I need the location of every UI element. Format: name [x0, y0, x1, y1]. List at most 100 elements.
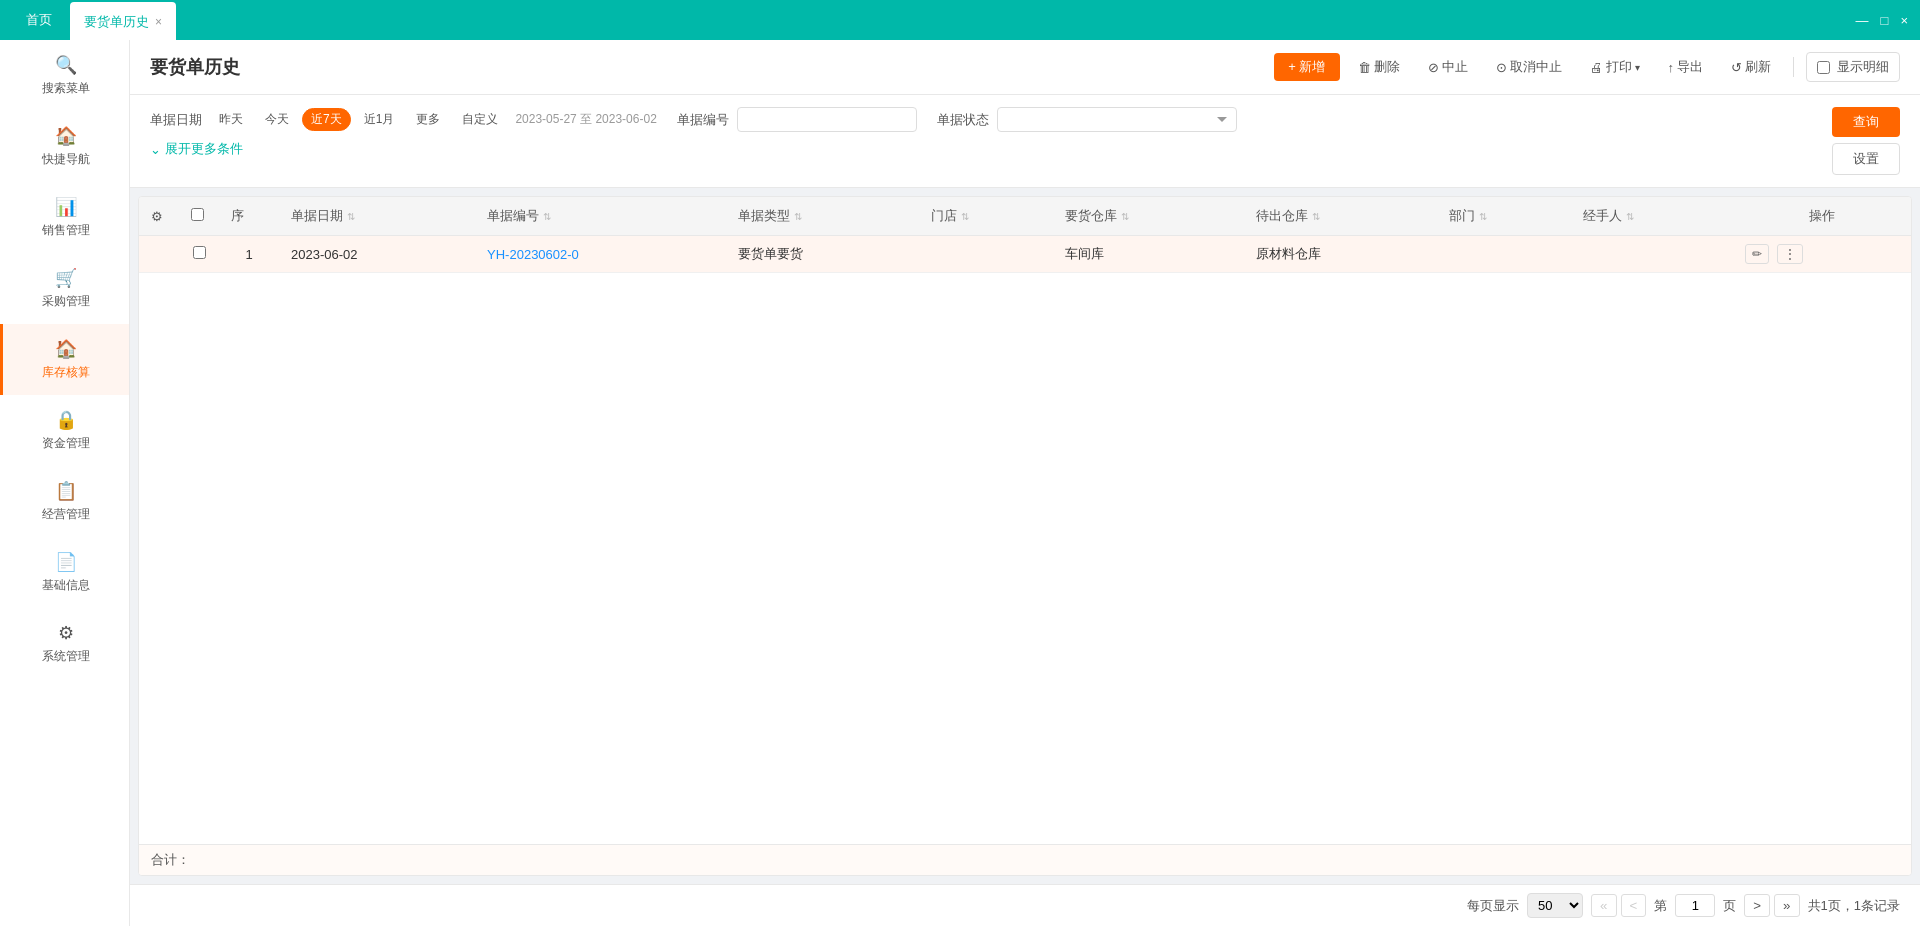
- operations-label: 经营管理: [42, 506, 90, 523]
- date-shortcut-昨天[interactable]: 昨天: [210, 108, 252, 131]
- row-edit-btn[interactable]: ✏: [1745, 244, 1769, 264]
- date-shortcut-更多[interactable]: 更多: [407, 108, 449, 131]
- row-checkbox-cell: [179, 236, 219, 273]
- table-container: ⚙ 序 单据日期 ⇅: [138, 196, 1912, 876]
- status-filter: 单据状态: [937, 107, 1237, 132]
- cancel-stop-button[interactable]: ⊙ 取消中止: [1486, 53, 1572, 81]
- page-number-input[interactable]: [1675, 894, 1715, 917]
- status-select[interactable]: [997, 107, 1237, 132]
- col-pendingwarehouse-header[interactable]: 待出仓库 ⇅: [1244, 197, 1437, 236]
- table-body: 1 2023-06-02 YH-20230602-0 要货单要货 车间库 原材料…: [139, 236, 1911, 273]
- table-header-row: ⚙ 序 单据日期 ⇅: [139, 197, 1911, 236]
- col-settings[interactable]: ⚙: [139, 197, 179, 236]
- col-billtype-header[interactable]: 单据类型 ⇅: [726, 197, 919, 236]
- expand-icon: ⌄: [150, 142, 161, 157]
- display-detail-checkbox[interactable]: [1817, 61, 1830, 74]
- billtype-sort-icon: ⇅: [794, 211, 802, 222]
- operations-icon: 📋: [55, 480, 77, 502]
- refresh-button[interactable]: ↺ 刷新: [1721, 53, 1781, 81]
- top-bar: 首页 要货单历史 × — □ ×: [0, 0, 1920, 40]
- new-button[interactable]: + 新增: [1274, 53, 1339, 81]
- print-icon: 🖨: [1590, 60, 1603, 75]
- col-store-header[interactable]: 门店 ⇅: [919, 197, 1053, 236]
- row-store-cell: [919, 236, 1053, 273]
- window-close[interactable]: ×: [1900, 13, 1908, 28]
- per-page-select[interactable]: 2050100200: [1527, 893, 1583, 918]
- inventory-label: 库存核算: [42, 364, 90, 381]
- window-minimize[interactable]: —: [1856, 13, 1869, 28]
- bottom-bar: 每页显示 2050100200 « < 第 页 > » 共1页，1条记录: [130, 884, 1920, 926]
- sidebar-item-purchase[interactable]: 🛒 采购管理: [0, 253, 129, 324]
- col-number-header: 序: [219, 197, 279, 236]
- col-billno-header[interactable]: 单据编号 ⇅: [475, 197, 726, 236]
- sidebar-item-inventory[interactable]: 🏠 库存核算: [0, 324, 129, 395]
- export-button[interactable]: ↑ 导出: [1658, 53, 1714, 81]
- window-maximize[interactable]: □: [1881, 13, 1889, 28]
- sales-icon: 📊: [55, 196, 77, 218]
- filter-settings-button[interactable]: 设置: [1832, 143, 1900, 175]
- sidebar-item-shortcut[interactable]: 🏠 快捷导航: [0, 111, 129, 182]
- row-date-cell: 2023-06-02: [279, 236, 475, 273]
- date-shortcut-近1月[interactable]: 近1月: [355, 108, 404, 131]
- print-button[interactable]: 🖨 打印 ▾: [1580, 53, 1650, 81]
- row-billno-cell: YH-20230602-0: [475, 236, 726, 273]
- delete-icon: 🗑: [1358, 60, 1371, 75]
- sidebar-item-sales[interactable]: 📊 销售管理: [0, 182, 129, 253]
- last-page-btn[interactable]: »: [1774, 894, 1799, 917]
- display-detail-button[interactable]: 显示明细: [1806, 52, 1900, 82]
- sidebar-item-system[interactable]: ⚙ 系统管理: [0, 608, 129, 679]
- expand-more-btn[interactable]: ⌄ 展开更多条件: [150, 140, 1792, 158]
- export-icon: ↑: [1668, 60, 1675, 75]
- row-handler-cell: [1571, 236, 1733, 273]
- refresh-icon: ↺: [1731, 60, 1742, 75]
- query-button[interactable]: 查询: [1832, 107, 1900, 137]
- date-filter-label: 单据日期: [150, 111, 202, 129]
- sidebar-item-search[interactable]: 🔍 搜索菜单: [0, 40, 129, 111]
- col-date-header[interactable]: 单据日期 ⇅: [279, 197, 475, 236]
- tab-home[interactable]: 首页: [12, 0, 66, 40]
- date-shortcut-自定义[interactable]: 自定义: [453, 108, 507, 131]
- header-actions: + 新增 🗑 删除 ⊘ 中止 ⊙ 取消中止 🖨 打: [1274, 52, 1900, 82]
- department-sort-icon: ⇅: [1479, 211, 1487, 222]
- sidebar-item-finance[interactable]: 🔒 资金管理: [0, 395, 129, 466]
- filter-area: 单据日期 昨天今天近7天近1月更多自定义 2023-05-27 至 2023-0…: [130, 95, 1920, 188]
- delete-button[interactable]: 🗑 删除: [1348, 53, 1410, 81]
- pagination: « < 第 页 > »: [1591, 894, 1799, 917]
- table-footer: 合计：: [139, 844, 1911, 875]
- row-checkbox[interactable]: [193, 246, 206, 259]
- next-page-btn[interactable]: >: [1744, 894, 1770, 917]
- row-billno-link[interactable]: YH-20230602-0: [487, 247, 579, 262]
- col-department-header[interactable]: 部门 ⇅: [1437, 197, 1571, 236]
- content-area: 要货单历史 + 新增 🗑 删除 ⊘ 中止 ⊙ 取消中止: [130, 40, 1920, 926]
- col-reqwarehouse-header[interactable]: 要货仓库 ⇅: [1053, 197, 1244, 236]
- system-label: 系统管理: [42, 648, 90, 665]
- search-label: 搜索菜单: [42, 80, 90, 97]
- col-handler-header[interactable]: 经手人 ⇅: [1571, 197, 1733, 236]
- select-all-checkbox[interactable]: [191, 208, 204, 221]
- table-empty-space: [139, 273, 1911, 844]
- sidebar-item-basic[interactable]: 📄 基础信息: [0, 537, 129, 608]
- table-head: ⚙ 序 单据日期 ⇅: [139, 197, 1911, 236]
- prev-page-btn[interactable]: <: [1621, 894, 1647, 917]
- tab-active[interactable]: 要货单历史 ×: [70, 2, 176, 42]
- stop-button[interactable]: ⊘ 中止: [1418, 53, 1478, 81]
- bill-no-input[interactable]: [737, 107, 917, 132]
- search-icon: 🔍: [55, 54, 77, 76]
- billno-sort-icon: ⇅: [543, 211, 551, 222]
- table-row: 1 2023-06-02 YH-20230602-0 要货单要货 车间库 原材料…: [139, 236, 1911, 273]
- sidebar-item-operations[interactable]: 📋 经营管理: [0, 466, 129, 537]
- date-shortcut-今天[interactable]: 今天: [256, 108, 298, 131]
- row-number-cell: 1: [219, 236, 279, 273]
- bill-no-filter: 单据编号: [677, 107, 917, 132]
- row-more-btn[interactable]: ⋮: [1777, 244, 1803, 264]
- first-page-btn[interactable]: «: [1591, 894, 1616, 917]
- page-suffix: 页: [1723, 897, 1736, 915]
- finance-label: 资金管理: [42, 435, 90, 452]
- basic-icon: 📄: [55, 551, 77, 573]
- print-dropdown-icon: ▾: [1635, 62, 1640, 73]
- tab-close-icon[interactable]: ×: [155, 15, 162, 29]
- date-shortcuts: 昨天今天近7天近1月更多自定义: [210, 108, 507, 131]
- date-filter: 单据日期 昨天今天近7天近1月更多自定义 2023-05-27 至 2023-0…: [150, 108, 657, 131]
- reqwarehouse-sort-icon: ⇅: [1121, 211, 1129, 222]
- date-shortcut-近7天[interactable]: 近7天: [302, 108, 351, 131]
